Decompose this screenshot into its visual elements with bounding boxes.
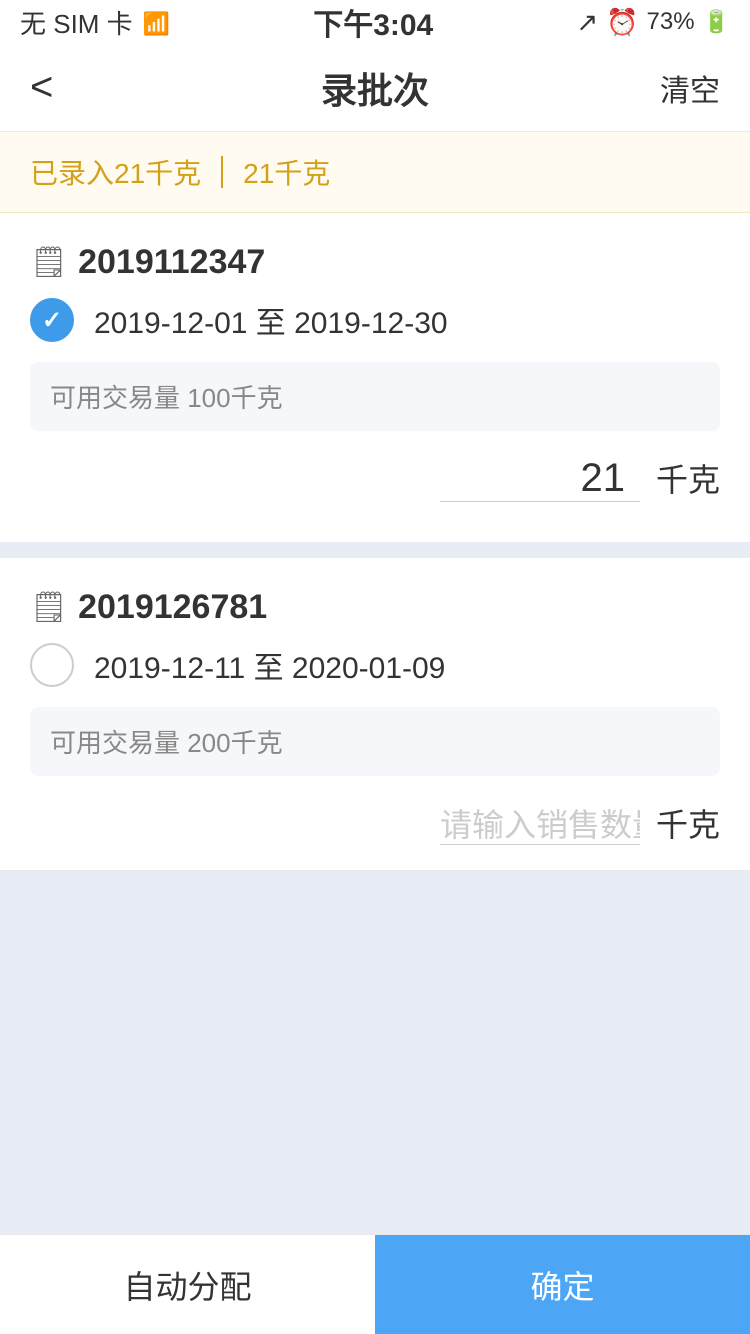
bottom-bar: 自动分配 确定	[0, 1234, 750, 1334]
section-divider	[0, 542, 750, 558]
battery-level: 73%	[647, 8, 695, 36]
recorded-value: 21千克	[243, 152, 330, 192]
recorded-label: 已录入21千克	[30, 152, 201, 192]
banner-divider	[221, 156, 223, 188]
batch1-id: 2019112347	[78, 243, 265, 282]
batch2-id-row: 🗒 2019126781	[30, 588, 720, 627]
batch2-quantity-input[interactable]	[440, 807, 640, 845]
batch1-id-row: 🗒 2019112347	[30, 243, 720, 282]
alarm-icon: ⏰	[606, 7, 638, 38]
status-right: ↗ ⏰ 73% 🔋	[576, 7, 730, 38]
batch1-radio[interactable]	[30, 298, 74, 342]
auto-distribute-button[interactable]: 自动分配	[0, 1235, 375, 1334]
batch1-date-row: 2019-12-01 至 2019-12-30	[30, 298, 720, 342]
batch1-bottom-padding	[0, 526, 750, 542]
page-title: 录批次	[321, 62, 429, 114]
status-left: 无 SIM 卡	[20, 4, 170, 41]
batch2-unit: 千克	[656, 800, 720, 846]
batch1-unit: 千克	[656, 455, 720, 501]
batch1-quantity-input[interactable]	[440, 456, 640, 502]
batch1-trade-volume: 可用交易量 100千克	[30, 362, 720, 431]
status-time: 下午3:04	[313, 0, 433, 44]
confirm-button[interactable]: 确定	[375, 1235, 750, 1334]
batch2-date-range: 2019-12-11 至 2020-01-09	[94, 643, 445, 687]
batch1-quantity-row: 千克	[0, 431, 750, 526]
clear-button[interactable]: 清空	[660, 66, 720, 110]
info-banner: 已录入21千克 21千克	[0, 132, 750, 213]
batch2-input-row: 千克	[0, 776, 750, 871]
wifi-icon	[143, 7, 170, 38]
batch2-date-row: 2019-12-11 至 2020-01-09	[30, 643, 720, 687]
batch2-id: 2019126781	[78, 588, 267, 627]
batch2-radio[interactable]	[30, 643, 74, 687]
batch1-date-range: 2019-12-01 至 2019-12-30	[94, 298, 448, 342]
empty-area	[0, 871, 750, 1271]
batch2-icon: 🗒	[30, 590, 68, 625]
batch2-card: 🗒 2019126781 2019-12-11 至 2020-01-09 可用交…	[0, 558, 750, 776]
battery-icon: 🔋	[703, 9, 730, 35]
batch2-trade-volume: 可用交易量 200千克	[30, 707, 720, 776]
batch1-card: 🗒 2019112347 2019-12-01 至 2019-12-30 可用交…	[0, 213, 750, 431]
sim-label: 无 SIM 卡	[20, 4, 133, 41]
batch1-icon: 🗒	[30, 245, 68, 280]
nav-bar: < 录批次 清空	[0, 44, 750, 132]
back-button[interactable]: <	[30, 65, 90, 110]
location-icon: ↗	[576, 7, 598, 38]
status-bar: 无 SIM 卡 下午3:04 ↗ ⏰ 73% 🔋	[0, 0, 750, 44]
